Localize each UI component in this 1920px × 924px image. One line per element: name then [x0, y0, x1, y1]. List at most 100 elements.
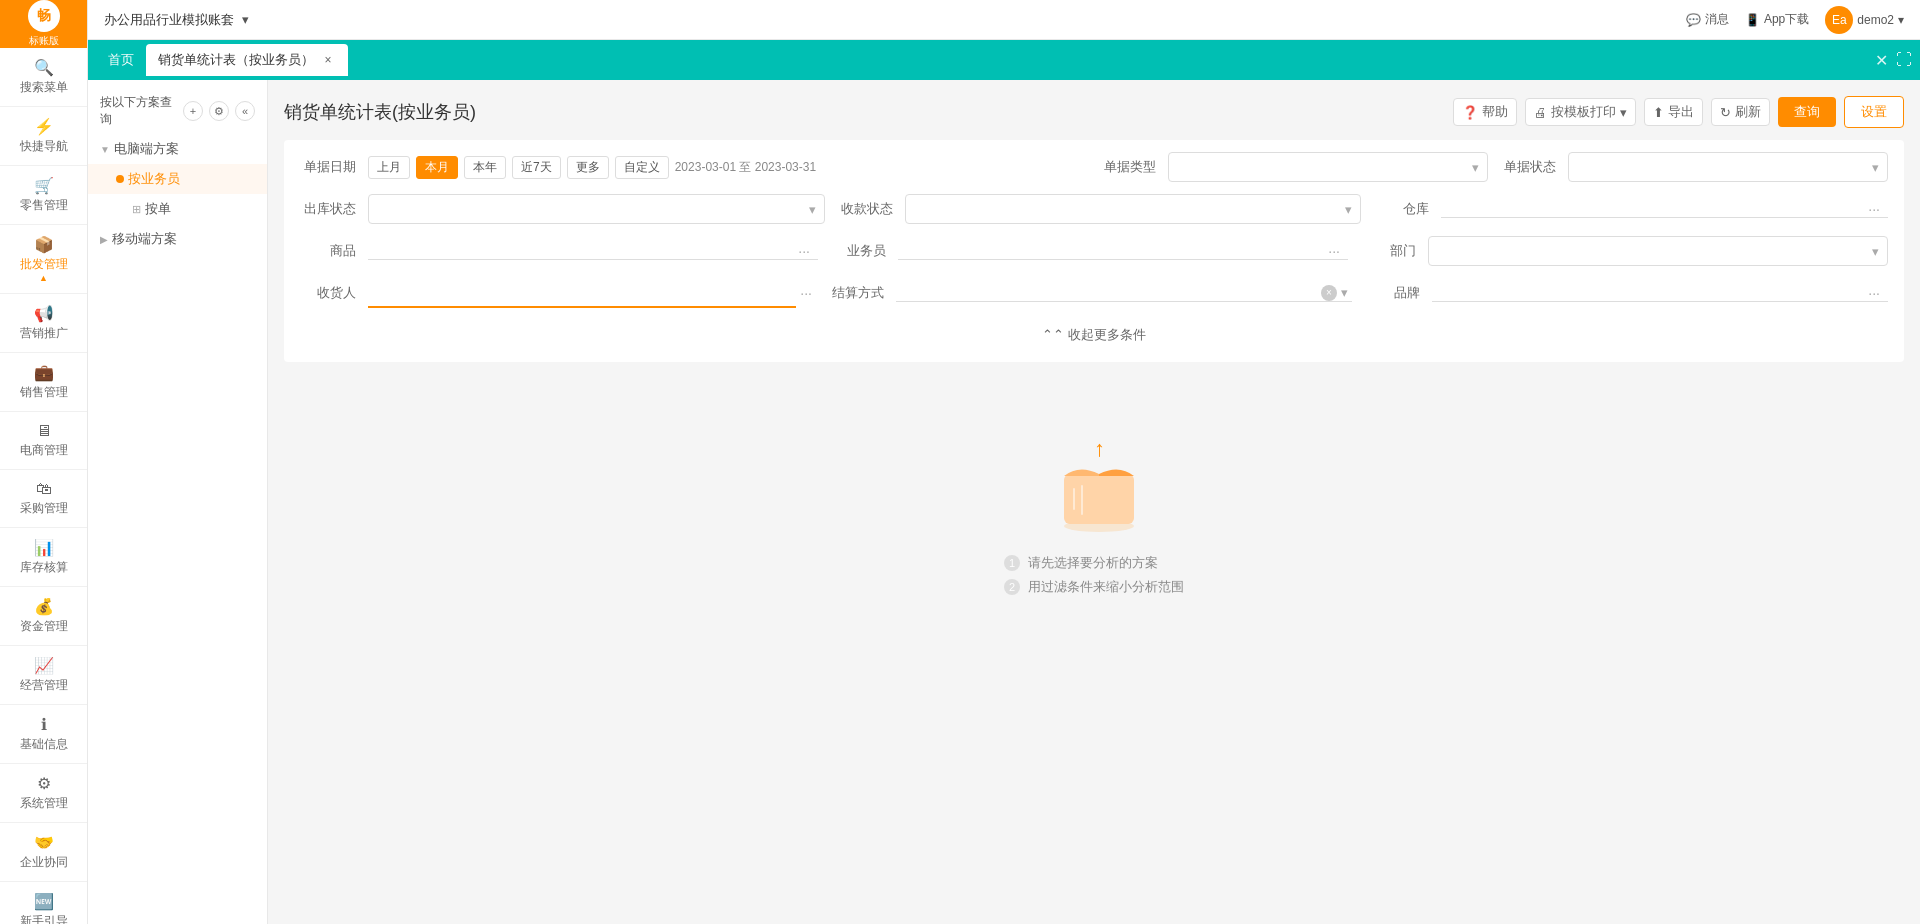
tree-child-by-staff[interactable]: 按业务员	[88, 164, 267, 194]
staff-dots-btn[interactable]: ···	[1324, 243, 1344, 259]
receiver-field-area: ···	[368, 278, 816, 308]
filter-row-4: 收货人 ··· 结算方式 × ▾ 品牌 ···	[300, 278, 1888, 308]
filter-row-3: 商品 ··· 业务员 ··· 部门 ▾	[300, 236, 1888, 266]
date-last-month-btn[interactable]: 上月	[368, 156, 410, 179]
tab-home-label: 首页	[108, 51, 134, 69]
sidebar-item-label: 采购管理	[4, 500, 84, 517]
empty-tips: 1 请先选择要分析的方案 2 用过滤条件来缩小分析范围	[1004, 554, 1184, 596]
receiver-dots-btn[interactable]: ···	[796, 285, 816, 301]
warehouse-dots-btn[interactable]: ···	[1864, 201, 1884, 217]
dept-select[interactable]: ▾	[1428, 236, 1888, 266]
tab-sales-stat-label: 销货单统计表（按业务员）	[158, 51, 314, 69]
breadcrumb-text: 办公用品行业模拟账套	[104, 11, 234, 29]
settlement-label: 结算方式	[828, 284, 884, 302]
sidebar-item-label: 营销推广	[4, 325, 84, 342]
sidebar-item-newguide[interactable]: 🆕 新手引导	[0, 882, 88, 924]
sidebar: 畅 标账版 🔍 搜索菜单 ⚡ 快捷导航 🛒 零售管理 📦 批发管理 ▲ 📢 营销…	[0, 0, 88, 924]
date-more-btn[interactable]: 更多	[567, 156, 609, 179]
collapse-panel-btn[interactable]: «	[235, 101, 255, 121]
help-btn[interactable]: ❓ 帮助	[1453, 98, 1517, 126]
tab-home[interactable]: 首页	[96, 44, 146, 76]
collapse-btn[interactable]: ⌃⌃ 收起更多条件	[300, 320, 1888, 350]
doc-status-label: 单据状态	[1500, 158, 1556, 176]
settings-scheme-btn[interactable]: ⚙	[209, 101, 229, 121]
sidebar-item-purchase[interactable]: 🛍 采购管理	[0, 470, 88, 528]
add-scheme-btn[interactable]: +	[183, 101, 203, 121]
receipt-status-select[interactable]: ▾	[905, 194, 1362, 224]
grid-icon: ⊞	[132, 203, 141, 216]
search-nav-icon: 🔍	[4, 58, 84, 77]
query-btn[interactable]: 查询	[1778, 97, 1836, 127]
date-this-month-btn[interactable]: 本月	[416, 156, 458, 179]
tab-sales-stat[interactable]: 销货单统计表（按业务员） ×	[146, 44, 348, 76]
sidebar-item-marketing[interactable]: 📢 营销推广	[0, 294, 88, 353]
goods-field-area: ···	[368, 243, 818, 260]
breadcrumb-dropdown[interactable]: ▾	[242, 12, 249, 27]
user-area[interactable]: Ea demo2 ▾	[1825, 6, 1904, 34]
goods-dots-btn[interactable]: ···	[794, 243, 814, 259]
marketing-icon: 📢	[4, 304, 84, 323]
settings-btn[interactable]: 设置	[1844, 96, 1904, 128]
refresh-btn[interactable]: ↻ 刷新	[1711, 98, 1770, 126]
sidebar-item-quicknav[interactable]: ⚡ 快捷导航	[0, 107, 88, 166]
settlement-field-area: × ▾	[896, 285, 1352, 302]
empty-tip-1-text: 请先选择要分析的方案	[1028, 554, 1158, 572]
doc-type-select[interactable]: ▾	[1168, 152, 1488, 182]
sidebar-item-retail[interactable]: 🛒 零售管理	[0, 166, 88, 225]
logo-icon: 畅	[28, 0, 60, 32]
brand-field-area: ···	[1432, 285, 1888, 302]
date-this-year-btn[interactable]: 本年	[464, 156, 506, 179]
date-label: 单据日期	[300, 158, 356, 176]
tab-maximize-icon[interactable]: ⛶	[1896, 51, 1912, 69]
tab-close-window-icon[interactable]: ✕	[1875, 51, 1888, 70]
app-download-btn[interactable]: 📱 App下载	[1745, 11, 1809, 28]
top-bar-actions: 💬 消息 📱 App下载 Ea demo2 ▾	[1686, 6, 1904, 34]
brand-label: 品牌	[1364, 284, 1420, 302]
date-last7-btn[interactable]: 近7天	[512, 156, 561, 179]
tree-expand-icon: ▼	[100, 144, 110, 155]
newguide-icon: 🆕	[4, 892, 84, 911]
sidebar-item-sales[interactable]: 💼 销售管理	[0, 353, 88, 412]
enterprise-icon: 🤝	[4, 833, 84, 852]
tree-item-mobile[interactable]: ▶ 移动端方案	[88, 224, 267, 254]
export-btn[interactable]: ⬆ 导出	[1644, 98, 1703, 126]
out-status-select[interactable]: ▾	[368, 194, 825, 224]
page-actions: ❓ 帮助 🖨 按模板打印 ▾ ⬆ 导出 ↻ 刷新	[1453, 96, 1904, 128]
export-label: 导出	[1668, 103, 1694, 121]
svg-text:↑: ↑	[1094, 436, 1105, 461]
tab-close-icon[interactable]: ×	[320, 52, 336, 68]
receiver-input[interactable]	[368, 278, 796, 308]
filter-row-1: 单据日期 上月 本月 本年 近7天 更多 自定义 2023-03-01 至 20…	[300, 152, 1888, 182]
inventory-icon: 📊	[4, 538, 84, 557]
tree-child-by-staff-label: 按业务员	[128, 170, 180, 188]
tree-grandchild-by-order[interactable]: ⊞ 按单	[88, 194, 267, 224]
print-btn[interactable]: 🖨 按模板打印 ▾	[1525, 98, 1636, 126]
doc-status-chevron-icon: ▾	[1872, 160, 1879, 175]
sidebar-item-label: 零售管理	[4, 197, 84, 214]
sidebar-item-search[interactable]: 🔍 搜索菜单	[0, 48, 88, 107]
settlement-chevron-icon: ▾	[1341, 285, 1348, 300]
sidebar-item-ecommerce[interactable]: 🖥 电商管理	[0, 412, 88, 470]
sidebar-item-operation[interactable]: 📈 经营管理	[0, 646, 88, 705]
sidebar-item-enterprise[interactable]: 🤝 企业协同	[0, 823, 88, 882]
sidebar-item-system[interactable]: ⚙ 系统管理	[0, 764, 88, 823]
sidebar-item-wholesale[interactable]: 📦 批发管理 ▲	[0, 225, 88, 294]
sidebar-item-label: 销售管理	[4, 384, 84, 401]
wholesale-icon: 📦	[4, 235, 84, 254]
settlement-clear-btn[interactable]: ×	[1321, 285, 1337, 301]
dept-label: 部门	[1360, 242, 1416, 260]
sidebar-item-inventory[interactable]: 📊 库存核算	[0, 528, 88, 587]
date-custom-btn[interactable]: 自定义	[615, 156, 669, 179]
sidebar-item-base[interactable]: ℹ 基础信息	[0, 705, 88, 764]
tip-num-1: 1	[1004, 555, 1020, 571]
sidebar-item-label: 快捷导航	[4, 138, 84, 155]
tree-item-pc[interactable]: ▼ 电脑端方案	[88, 134, 267, 164]
brand-dots-btn[interactable]: ···	[1864, 285, 1884, 301]
print-icon: 🖨	[1534, 105, 1547, 120]
message-btn[interactable]: 💬 消息	[1686, 11, 1729, 28]
help-label: 帮助	[1482, 103, 1508, 121]
doc-status-select[interactable]: ▾	[1568, 152, 1888, 182]
filter-row-2: 出库状态 ▾ 收款状态 ▾ 仓库 ···	[300, 194, 1888, 224]
sidebar-item-label: 企业协同	[4, 854, 84, 871]
sidebar-item-finance[interactable]: 💰 资金管理	[0, 587, 88, 646]
